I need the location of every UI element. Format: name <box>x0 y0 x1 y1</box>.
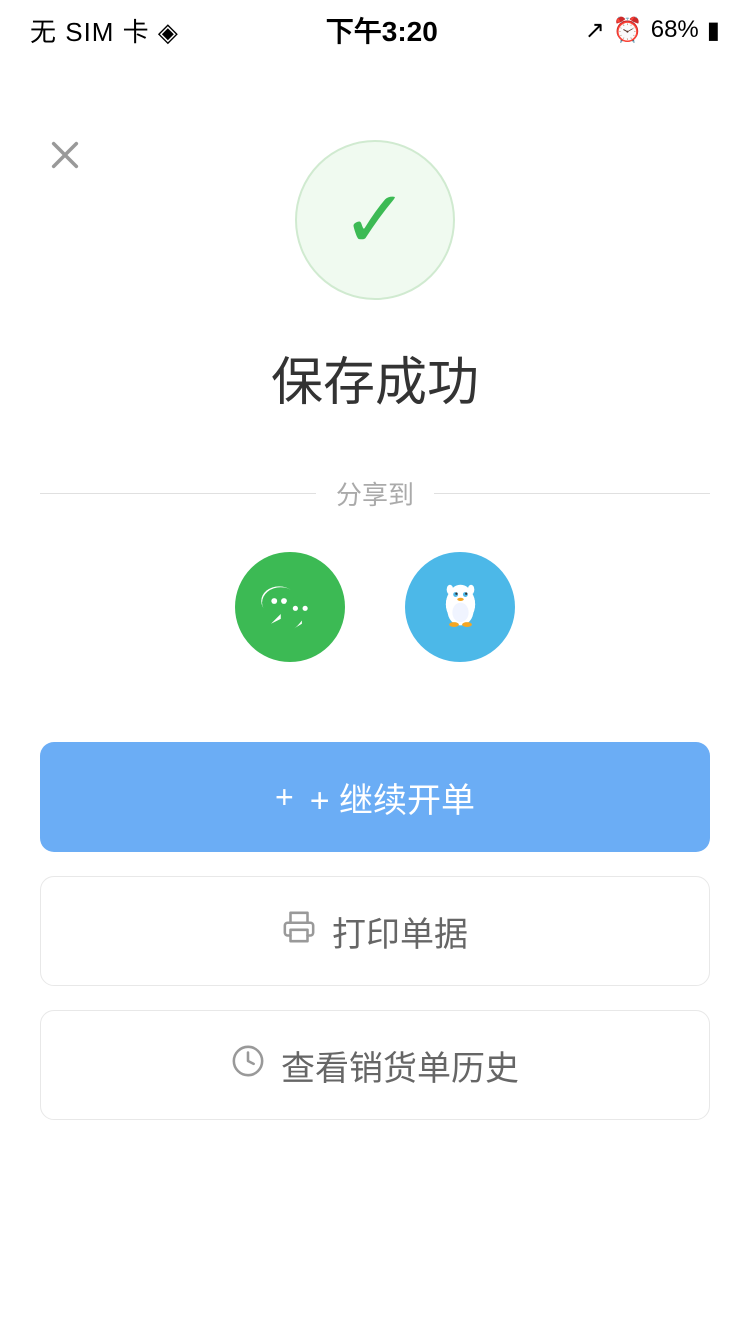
continue-button[interactable]: + + 继续开单 <box>40 742 710 852</box>
qq-icon <box>428 575 493 640</box>
success-circle: ✓ <box>295 140 455 300</box>
status-time: 下午3:20 <box>326 10 438 50</box>
divider-right <box>434 493 710 494</box>
battery-level: 68% <box>651 16 699 44</box>
continue-label: + 继续开单 <box>310 773 475 822</box>
divider-left <box>40 493 316 494</box>
location-icon: ↗ <box>585 16 605 45</box>
close-icon <box>48 138 82 172</box>
history-button[interactable]: 查看销货单历史 <box>40 1010 710 1120</box>
qq-share-button[interactable] <box>405 552 515 662</box>
share-divider: 分享到 <box>0 475 750 512</box>
history-icon <box>231 1044 265 1086</box>
wechat-icon <box>258 575 323 640</box>
checkmark-icon: ✓ <box>341 180 408 260</box>
plus-icon: + <box>275 779 294 816</box>
print-label: 打印单据 <box>332 907 468 956</box>
status-bar: 无 SIM 卡 ◈ 下午3:20 ↗ ⏰ 68% ▮ <box>0 0 750 60</box>
main-content: ✓ 保存成功 分享到 <box>0 60 750 1334</box>
history-label: 查看销货单历史 <box>281 1041 519 1090</box>
print-icon <box>282 910 316 952</box>
alarm-icon: ⏰ <box>613 16 643 45</box>
share-icons <box>235 552 515 662</box>
action-buttons: + + 继续开单 打印单据 查看销货单历史 <box>0 742 750 1120</box>
status-right: ↗ ⏰ 68% ▮ <box>585 16 720 45</box>
success-title: 保存成功 <box>271 340 479 415</box>
share-label: 分享到 <box>316 475 434 512</box>
close-button[interactable] <box>40 130 90 180</box>
print-button[interactable]: 打印单据 <box>40 876 710 986</box>
status-left: 无 SIM 卡 ◈ <box>30 12 179 49</box>
wechat-share-button[interactable] <box>235 552 345 662</box>
battery-icon: ▮ <box>707 16 720 45</box>
